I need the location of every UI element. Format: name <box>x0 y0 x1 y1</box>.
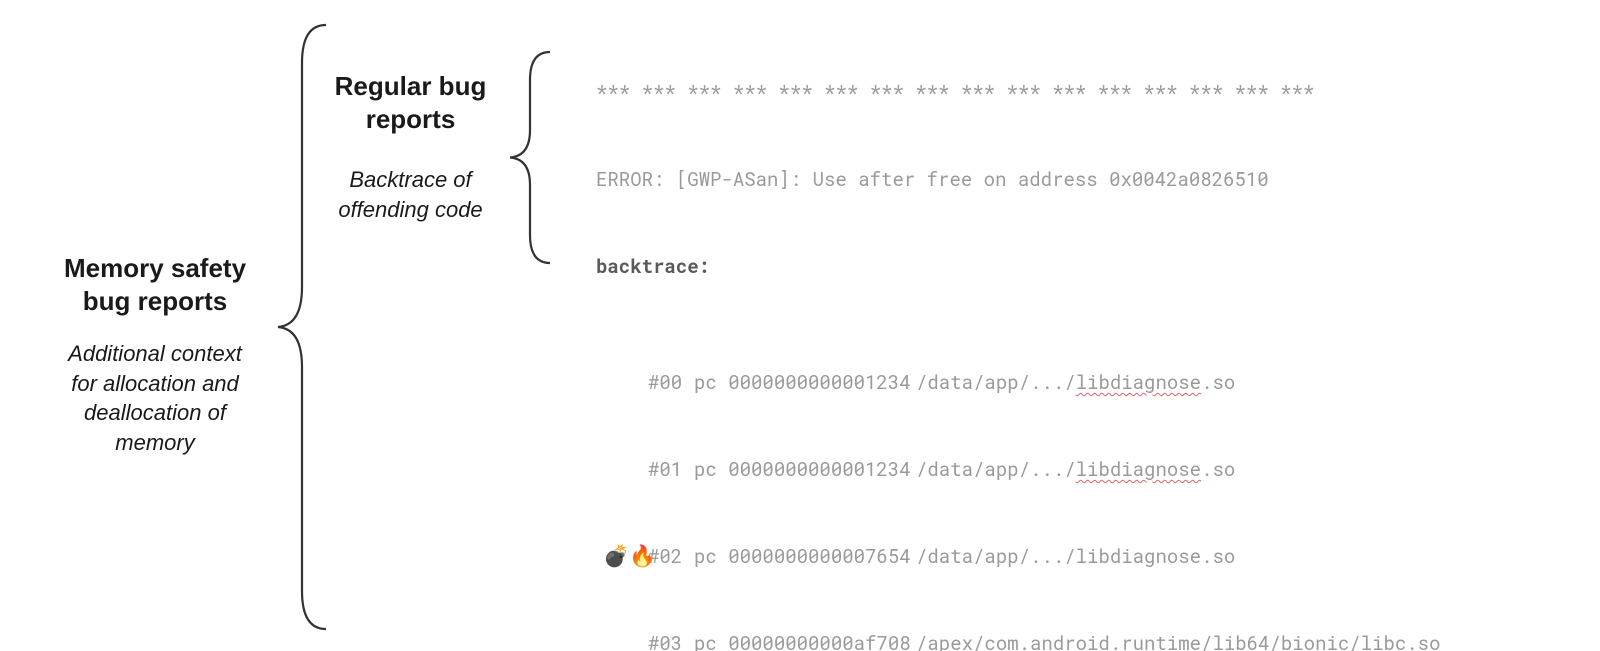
trace-block: *** *** *** *** *** *** *** *** *** *** … <box>596 20 1596 651</box>
left-title-line-1: Memory safety <box>64 253 246 283</box>
middle-annotation: Regular bug reports Backtrace of offendi… <box>322 70 499 224</box>
left-title: Memory safety bug reports <box>30 252 280 317</box>
large-brace-icon <box>276 23 328 631</box>
left-sub-line-1: Additional context <box>68 341 242 366</box>
left-sub-line-2: for allocation and <box>71 371 239 396</box>
left-sub-line-4: memory <box>115 430 194 455</box>
left-annotation: Memory safety bug reports Additional con… <box>30 252 280 458</box>
error-row: ERROR: [GWP-ASan]: Use after free on add… <box>596 165 1596 194</box>
left-sub-line-3: deallocation of <box>84 400 226 425</box>
diagram-root: Memory safety bug reports Additional con… <box>0 0 1600 651</box>
middle-title-line-2: reports <box>366 104 456 134</box>
small-brace-icon <box>508 50 552 265</box>
middle-sub-line-2: offending code <box>338 197 482 222</box>
middle-title: Regular bug reports <box>322 70 499 135</box>
left-title-line-2: bug reports <box>83 286 227 316</box>
middle-subtitle: Backtrace of offending code <box>322 165 499 224</box>
middle-sub-line-1: Backtrace of <box>349 167 471 192</box>
middle-title-line-1: Regular bug <box>335 71 487 101</box>
backtrace-row: #03pc 00000000000af708/apex/com.android.… <box>596 629 1596 651</box>
backtrace-row: #01pc 0000000000001234/data/app/.../libd… <box>596 455 1596 484</box>
bomb-fire-icon: 💣🔥 <box>603 542 655 571</box>
left-subtitle: Additional context for allocation and de… <box>30 339 280 458</box>
backtrace-label: backtrace: <box>596 252 1596 281</box>
backtrace-row: #00pc 0000000000001234/data/app/.../libd… <box>596 368 1596 397</box>
stars-row: *** *** *** *** *** *** *** *** *** *** … <box>596 78 1596 107</box>
backtrace-row: #02pc 0000000000007654/data/app/.../libd… <box>596 542 1596 571</box>
